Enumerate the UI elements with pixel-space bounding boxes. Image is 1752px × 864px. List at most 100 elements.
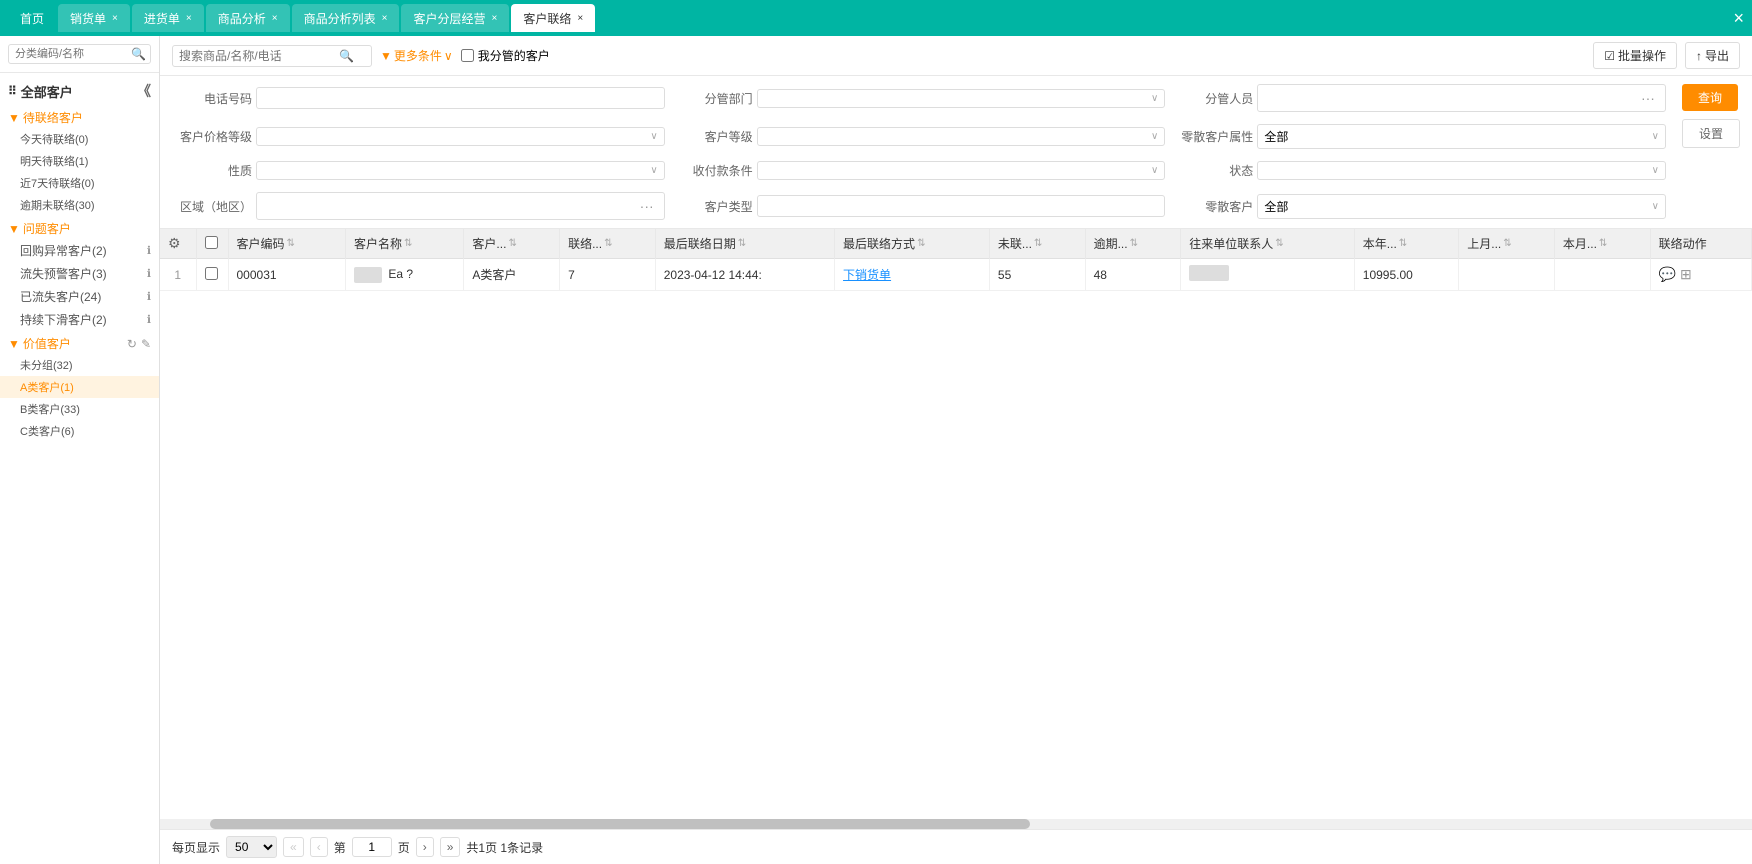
query-button[interactable]: 查询 <box>1682 84 1738 111</box>
current-page-input[interactable] <box>352 837 392 857</box>
sort-icon[interactable]: ⇅ <box>1034 238 1042 249</box>
sort-icon[interactable]: ⇅ <box>508 238 516 249</box>
sort-icon[interactable]: ⇅ <box>1599 238 1607 249</box>
my-customers-filter[interactable]: 我分管的客户 <box>461 47 550 64</box>
settings-icon[interactable]: ⚙ <box>168 235 181 251</box>
info-icon: ℹ <box>147 267 151 280</box>
search-icon[interactable]: 🔍 <box>131 47 146 61</box>
sidebar-section-pending[interactable]: ▼ 待联络客户 <box>0 105 159 128</box>
row-last-method[interactable]: 下销货单 <box>835 259 990 291</box>
nav-tab-sales[interactable]: 销货单 × <box>58 4 130 32</box>
nav-tab-customer-tier[interactable]: 客户分层经营 × <box>401 4 509 32</box>
sidebar-item-overdue[interactable]: 逾期未联络(30) <box>0 194 159 216</box>
sort-icon[interactable]: ⇅ <box>738 238 746 249</box>
close-icon[interactable]: × <box>382 13 388 24</box>
sidebar-item-a-class[interactable]: A类客户(1) <box>0 376 159 398</box>
sidebar-item-c-class[interactable]: C类客户(6) <box>0 420 159 442</box>
price-grade-select[interactable]: ∨ <box>256 127 665 146</box>
retail-attr-select[interactable]: 全部 ∨ <box>1257 124 1666 149</box>
sidebar-item-tomorrow[interactable]: 明天待联络(1) <box>0 150 159 172</box>
prev-page-button[interactable]: ‹ <box>310 837 328 857</box>
person-label: 分管人员 <box>1173 90 1253 107</box>
more-conditions-button[interactable]: ▼ 更多条件 ∨ <box>380 47 453 64</box>
payment-label: 收付款条件 <box>673 162 753 179</box>
customer-grade-select[interactable]: ∨ <box>757 127 1166 146</box>
sort-icon[interactable]: ⇅ <box>1275 238 1283 249</box>
row-contact-count: 7 <box>560 259 656 291</box>
dept-select[interactable]: ∨ <box>757 89 1166 108</box>
checkbox-icon: ☑ <box>1604 49 1615 63</box>
last-page-button[interactable]: » <box>440 837 461 857</box>
nav-tab-label-customer-contact: 客户联络 <box>523 10 571 27</box>
search-icon[interactable]: 🔍 <box>339 49 354 63</box>
dots-button[interactable]: ··· <box>1637 88 1659 108</box>
collapse-icon[interactable]: 《 <box>137 81 151 101</box>
chat-icon[interactable]: 💬 <box>1659 266 1676 283</box>
retail-select[interactable]: 全部 ∨ <box>1257 194 1666 219</box>
close-icon[interactable]: × <box>112 13 118 24</box>
sidebar-item-7days[interactable]: 近7天待联络(0) <box>0 172 159 194</box>
th-this-year: 本年... ⇅ <box>1354 229 1458 259</box>
nature-select[interactable]: ∨ <box>256 161 665 180</box>
settings-button[interactable]: 设置 <box>1682 119 1740 148</box>
last-method-link[interactable]: 下销货单 <box>843 268 891 282</box>
sidebar-item-declining[interactable]: 持续下滑客户(2) ℹ <box>0 308 159 331</box>
scrollbar-thumb[interactable] <box>210 819 1030 829</box>
nav-tab-goods-list[interactable]: 商品分析列表 × <box>292 4 400 32</box>
select-all-checkbox[interactable] <box>205 236 218 249</box>
row-overdue: 48 <box>1085 259 1181 291</box>
close-all-button[interactable]: × <box>1733 8 1744 29</box>
sidebar-section-value[interactable]: ▼ 价值客户 ↻ ✎ <box>0 331 159 354</box>
close-icon[interactable]: × <box>186 13 192 24</box>
next-page-button[interactable]: › <box>416 837 434 857</box>
close-icon[interactable]: × <box>272 13 278 24</box>
sidebar-item-churned[interactable]: 已流失客户(24) ℹ <box>0 285 159 308</box>
status-select[interactable]: ∨ <box>1257 161 1666 180</box>
filter-search-input[interactable] <box>179 49 339 63</box>
customer-type-input[interactable] <box>764 199 1159 213</box>
nav-tab-goods-analysis[interactable]: 商品分析 × <box>206 4 290 32</box>
filter-row-4: 区域（地区） ··· 客户类型 <box>172 192 1666 220</box>
nav-tab-customer-contact[interactable]: 客户联络 × <box>511 4 595 32</box>
my-customers-checkbox[interactable] <box>461 49 474 62</box>
name-avatar <box>354 267 382 283</box>
sort-icon[interactable]: ⇅ <box>287 238 295 249</box>
sidebar-section-problem[interactable]: ▼ 问题客户 <box>0 216 159 239</box>
row-this-month <box>1554 259 1650 291</box>
export-button[interactable]: ↑ 导出 <box>1685 42 1740 69</box>
top-nav: 首页 销货单 × 进货单 × 商品分析 × 商品分析列表 × 客户分层经营 × … <box>0 0 1752 36</box>
phone-input[interactable] <box>263 91 658 105</box>
row-checkbox[interactable] <box>205 267 218 280</box>
sidebar-item-churn-warning[interactable]: 流失预警客户(3) ℹ <box>0 262 159 285</box>
person-input[interactable] <box>1264 91 1580 105</box>
sort-icon[interactable]: ⇅ <box>1503 238 1511 249</box>
horizontal-scrollbar[interactable] <box>160 819 1752 829</box>
sort-icon[interactable]: ⇅ <box>1399 238 1407 249</box>
filter-price-grade: 客户价格等级 ∨ <box>172 127 665 146</box>
qr-icon[interactable]: ⊞ <box>1680 266 1692 283</box>
payment-select[interactable]: ∨ <box>757 161 1166 180</box>
first-page-button[interactable]: « <box>283 837 304 857</box>
sort-icon[interactable]: ⇅ <box>1130 238 1138 249</box>
sort-icon[interactable]: ⇅ <box>404 238 412 249</box>
sort-icon[interactable]: ⇅ <box>604 238 612 249</box>
chevron-down-icon: ∨ <box>1652 201 1659 212</box>
page-size-select[interactable]: 50 100 200 <box>226 836 277 858</box>
sidebar-item-rebuy-abnormal[interactable]: 回购异常客户(2) ℹ <box>0 239 159 262</box>
edit-icon[interactable]: ✎ <box>141 337 151 351</box>
sidebar-item-today[interactable]: 今天待联络(0) <box>0 128 159 150</box>
phone-label: 电话号码 <box>172 90 252 107</box>
nav-tab-purchase[interactable]: 进货单 × <box>132 4 204 32</box>
dots-button[interactable]: ··· <box>636 196 658 216</box>
batch-operation-button[interactable]: ☑ 批量操作 <box>1593 42 1677 69</box>
close-icon[interactable]: × <box>577 13 583 24</box>
nav-tab-home[interactable]: 首页 <box>8 4 56 32</box>
sidebar-search-input[interactable] <box>8 44 151 64</box>
customer-table: ⚙ 客户编码 ⇅ 客户名称 <box>160 229 1752 291</box>
close-icon[interactable]: × <box>491 13 497 24</box>
refresh-icon[interactable]: ↻ <box>127 337 137 351</box>
sidebar-item-ungroup[interactable]: 未分组(32) <box>0 354 159 376</box>
region-input[interactable] <box>263 199 579 213</box>
sidebar-item-b-class[interactable]: B类客户(33) <box>0 398 159 420</box>
sort-icon[interactable]: ⇅ <box>917 238 925 249</box>
